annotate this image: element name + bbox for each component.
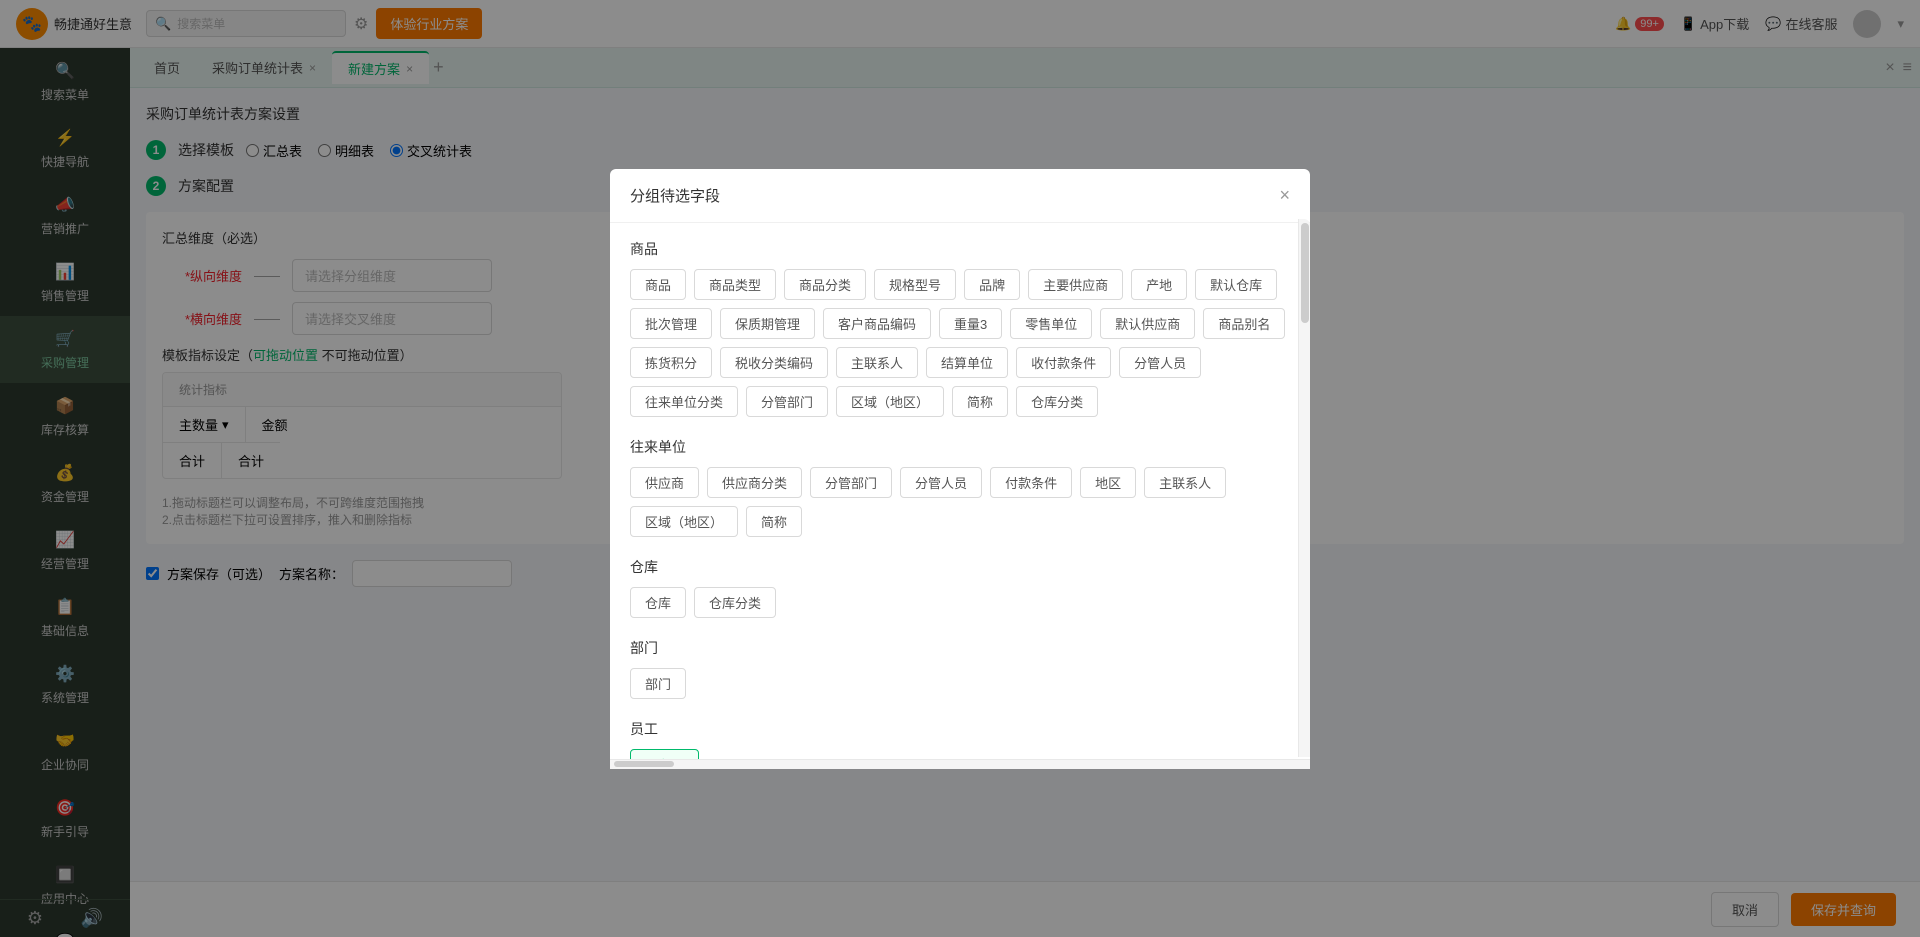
modal-header: 分组待选字段 × — [610, 169, 1310, 223]
section-staff: 员工 业务员 — [630, 719, 1290, 760]
modal-v-scrollbar[interactable] — [1298, 219, 1310, 757]
section-warehouse-title: 仓库 — [630, 557, 1290, 577]
chip-manager[interactable]: 分管人员 — [1119, 347, 1201, 378]
chip-main-contact[interactable]: 主联系人 — [836, 347, 918, 378]
section-department: 部门 部门 — [630, 638, 1290, 699]
section-department-chips: 部门 — [630, 668, 1290, 699]
chip-main-supplier[interactable]: 主要供应商 — [1028, 269, 1123, 300]
field-select-modal: 分组待选字段 × 商品 商品 商品类型 商品分类 规格型号 品牌 主要供应商 产… — [610, 169, 1310, 769]
modal-title: 分组待选字段 — [630, 185, 720, 206]
chip-batch-mgmt[interactable]: 批次管理 — [630, 308, 712, 339]
chip-default-warehouse[interactable]: 默认仓库 — [1195, 269, 1277, 300]
chip-payment-terms[interactable]: 收付款条件 — [1016, 347, 1111, 378]
chip-source-unit-cat[interactable]: 往来单位分类 — [630, 386, 738, 417]
chip-short-name2[interactable]: 简称 — [746, 506, 802, 537]
chip-brand[interactable]: 品牌 — [964, 269, 1020, 300]
chip-goods-alias[interactable]: 商品别名 — [1203, 308, 1285, 339]
chip-dept-mgmt2[interactable]: 分管部门 — [810, 467, 892, 498]
chip-weight3[interactable]: 重量3 — [939, 308, 1002, 339]
chip-area[interactable]: 地区 — [1080, 467, 1136, 498]
modal-body: 商品 商品 商品类型 商品分类 规格型号 品牌 主要供应商 产地 默认仓库 批次… — [610, 223, 1310, 760]
chip-supplier[interactable]: 供应商 — [630, 467, 699, 498]
modal-h-scroll-thumb — [614, 761, 674, 767]
chip-picking-points[interactable]: 拣货积分 — [630, 347, 712, 378]
chip-warehouse-cat[interactable]: 仓库分类 — [1016, 386, 1098, 417]
chip-dept-mgmt-person[interactable]: 分管人员 — [900, 467, 982, 498]
chip-retail-unit[interactable]: 零售单位 — [1010, 308, 1092, 339]
chip-spec-type[interactable]: 规格型号 — [874, 269, 956, 300]
section-department-title: 部门 — [630, 638, 1290, 658]
section-product: 商品 商品 商品类型 商品分类 规格型号 品牌 主要供应商 产地 默认仓库 批次… — [630, 239, 1290, 417]
chip-short-name[interactable]: 简称 — [952, 386, 1008, 417]
chip-salesperson[interactable]: 业务员 — [630, 749, 699, 760]
section-product-chips: 商品 商品类型 商品分类 规格型号 品牌 主要供应商 产地 默认仓库 批次管理 … — [630, 269, 1290, 417]
section-product-title: 商品 — [630, 239, 1290, 259]
chip-dept-mgmt[interactable]: 分管部门 — [746, 386, 828, 417]
chip-supplier-cat[interactable]: 供应商分类 — [707, 467, 802, 498]
section-staff-title: 员工 — [630, 719, 1290, 739]
chip-tax-code[interactable]: 税收分类编码 — [720, 347, 828, 378]
chip-wh[interactable]: 仓库 — [630, 587, 686, 618]
chip-settlement-unit[interactable]: 结算单位 — [926, 347, 1008, 378]
modal-overlay: 分组待选字段 × 商品 商品 商品类型 商品分类 规格型号 品牌 主要供应商 产… — [0, 0, 1920, 937]
chip-origin[interactable]: 产地 — [1131, 269, 1187, 300]
modal-v-scroll-thumb — [1301, 223, 1309, 323]
chip-wh-cat[interactable]: 仓库分类 — [694, 587, 776, 618]
chip-goods-category[interactable]: 商品分类 — [784, 269, 866, 300]
chip-region[interactable]: 区域（地区） — [836, 386, 944, 417]
chip-main-contact2[interactable]: 主联系人 — [1144, 467, 1226, 498]
section-contact-chips: 供应商 供应商分类 分管部门 分管人员 付款条件 地区 主联系人 区域（地区） … — [630, 467, 1290, 537]
section-contact: 往来单位 供应商 供应商分类 分管部门 分管人员 付款条件 地区 主联系人 区域… — [630, 437, 1290, 537]
chip-customer-code[interactable]: 客户商品编码 — [823, 308, 931, 339]
chip-region2[interactable]: 区域（地区） — [630, 506, 738, 537]
chip-expiry-mgmt[interactable]: 保质期管理 — [720, 308, 815, 339]
modal-h-scrollbar[interactable] — [610, 759, 1310, 768]
section-warehouse: 仓库 仓库 仓库分类 — [630, 557, 1290, 618]
section-warehouse-chips: 仓库 仓库分类 — [630, 587, 1290, 618]
chip-default-supplier[interactable]: 默认供应商 — [1100, 308, 1195, 339]
section-contact-title: 往来单位 — [630, 437, 1290, 457]
modal-close-button[interactable]: × — [1279, 185, 1290, 206]
section-staff-chips: 业务员 — [630, 749, 1290, 760]
chip-goods[interactable]: 商品 — [630, 269, 686, 300]
chip-dept[interactable]: 部门 — [630, 668, 686, 699]
chip-goods-type[interactable]: 商品类型 — [694, 269, 776, 300]
chip-payment-cond[interactable]: 付款条件 — [990, 467, 1072, 498]
